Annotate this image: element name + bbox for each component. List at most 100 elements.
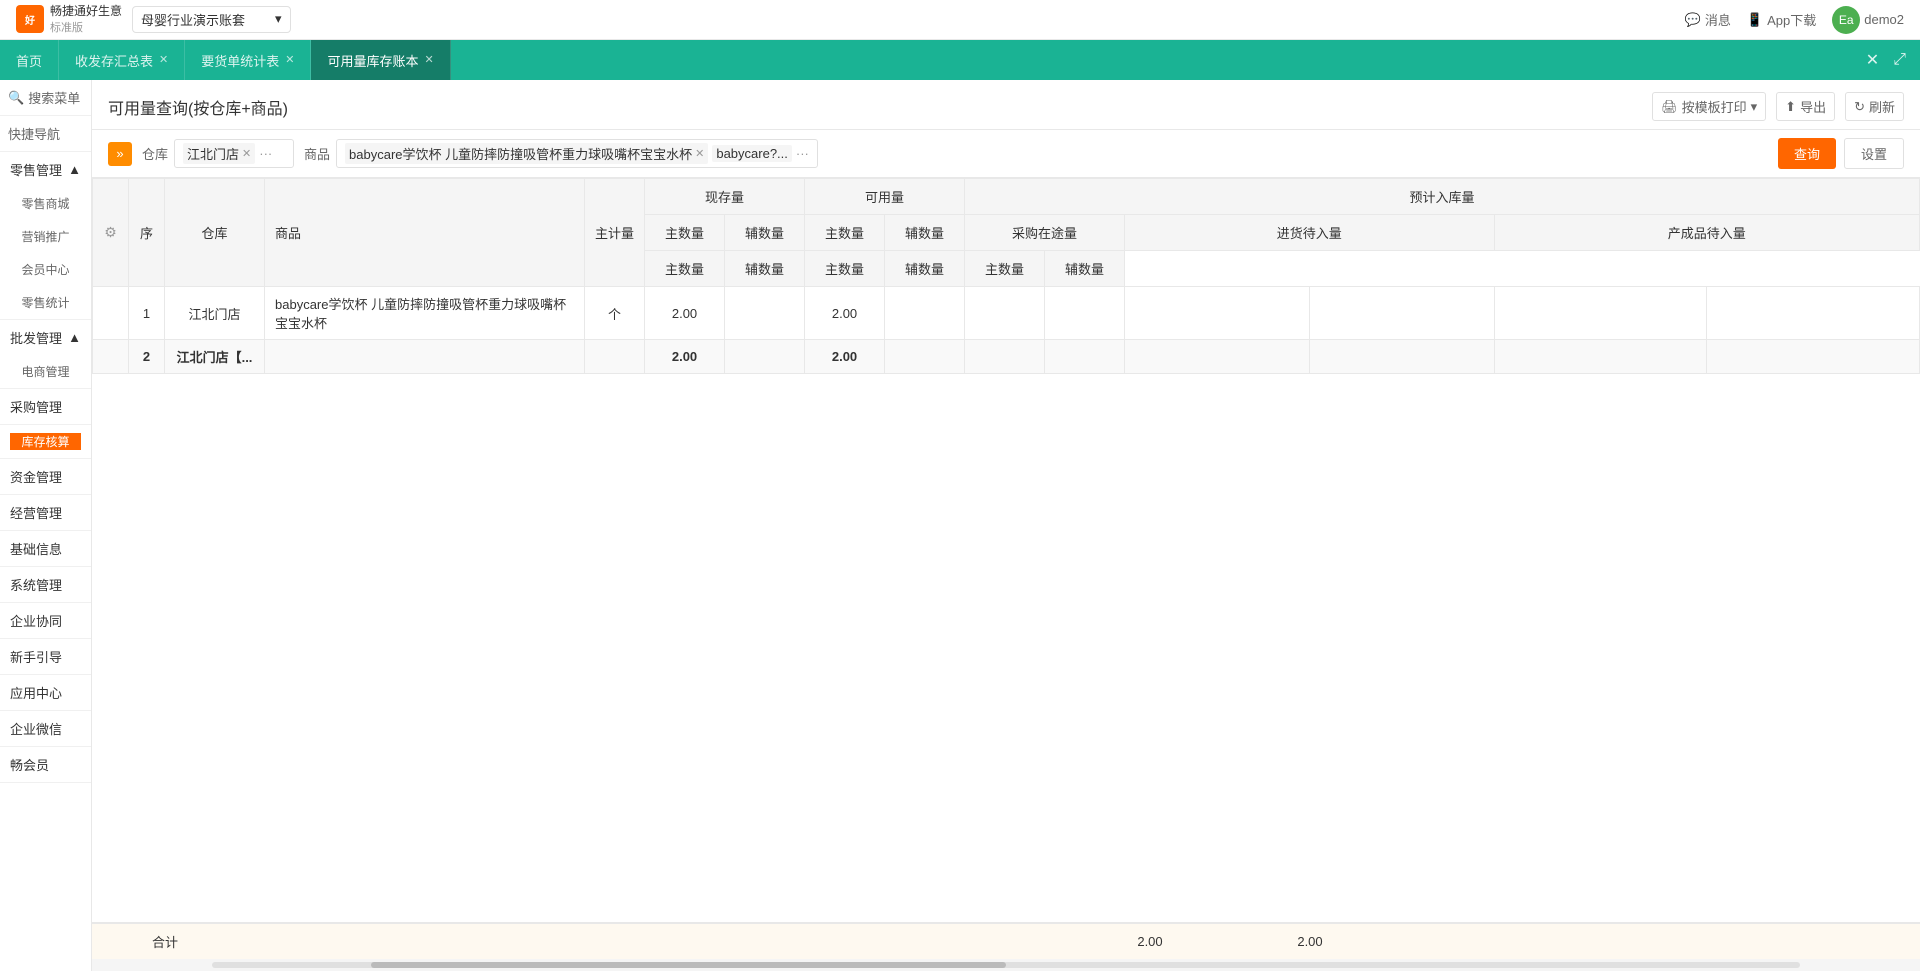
row1-inbound-main — [1125, 287, 1310, 340]
print-icon: 🖨 — [1661, 99, 1678, 115]
row1-goods: babycare学饮杯 儿童防摔防撞吸管杯重力球吸嘴杯宝宝水杯 — [265, 287, 585, 340]
sidebar-group-apps: 应用中心 — [0, 675, 91, 711]
goods-tag-2-text: babycare?... — [716, 146, 788, 161]
filter-toggle-btn[interactable]: » — [108, 142, 132, 166]
system-management-label: 系统管理 — [10, 575, 62, 594]
sidebar-group-operations-title[interactable]: 经营管理 — [0, 495, 91, 530]
footer-stock-aux — [1190, 934, 1270, 949]
goods-ellipsis[interactable]: ··· — [796, 146, 809, 161]
industry-selector[interactable]: 母婴行业演示账套 ▾ — [132, 6, 291, 33]
export-button[interactable]: ⬆ 导出 — [1776, 92, 1835, 121]
footer-inbound-aux — [1670, 934, 1750, 949]
table-header-row1: ⚙ 序 仓库 商品 主计量 现存量 可用量 预计入库量 — [93, 179, 1920, 215]
row1-stock-main: 2.00 — [645, 287, 725, 340]
tab-order-stats[interactable]: 要货单统计表 ✕ — [185, 40, 311, 80]
sidebar-group-guide-title[interactable]: 新手引导 — [0, 639, 91, 674]
sidebar-group-system: 系统管理 — [0, 567, 91, 603]
message-label: 消息 — [1705, 10, 1731, 29]
refresh-button[interactable]: ↻ 刷新 — [1845, 92, 1904, 121]
logo-sub: 标准版 — [50, 19, 122, 35]
warehouse-label: 仓库 — [142, 144, 168, 163]
logo-text: 畅捷通好生意 — [50, 4, 122, 18]
col-available-header: 可用量 — [805, 179, 965, 215]
col-purchase-main-header: 主数量 — [645, 251, 725, 287]
sidebar-group-wechat-title[interactable]: 企业微信 — [0, 711, 91, 746]
sidebar-group-member-service-title[interactable]: 畅会员 — [0, 747, 91, 782]
row2-avail-aux — [885, 340, 965, 374]
app-center-label: 应用中心 — [10, 683, 62, 702]
tab-home[interactable]: 首页 — [0, 40, 59, 80]
col-purchase-aux-header: 辅数量 — [725, 251, 805, 287]
scrollbar-track[interactable] — [212, 962, 1800, 968]
warehouse-ellipsis[interactable]: ··· — [259, 146, 272, 161]
col-settings-header: ⚙ — [93, 179, 129, 287]
sidebar-item-inventory[interactable]: 库存核算 — [10, 433, 81, 450]
tab-available-stock-close[interactable]: ✕ — [425, 55, 434, 66]
sidebar-group-apps-title[interactable]: 应用中心 — [0, 675, 91, 710]
user-area[interactable]: Ea demo2 — [1832, 6, 1904, 34]
goods-tag-1: babycare学饮杯 儿童防摔防撞吸管杯重力球吸嘴杯宝宝水杯 ✕ — [345, 143, 708, 164]
sidebar-group-enterprise: 企业协同 — [0, 603, 91, 639]
table-row: 2 江北门店【... 2.00 2.00 — [93, 340, 1920, 374]
table-container: ⚙ 序 仓库 商品 主计量 现存量 可用量 预计入库量 主数量 辅数量 主数量 — [92, 178, 1920, 922]
warehouse-filter: 仓库 江北门店 ✕ ··· — [142, 139, 294, 168]
row2-inbound-main — [1125, 340, 1310, 374]
sidebar-group-purchase-title[interactable]: 采购管理 — [0, 389, 91, 424]
sidebar-item-retail-stats[interactable]: 零售统计 — [0, 286, 91, 319]
sidebar-search[interactable]: 🔍 搜索菜单 — [0, 80, 91, 116]
query-button[interactable]: 查询 — [1778, 138, 1836, 169]
sidebar-item-retail-mall[interactable]: 零售商城 — [0, 187, 91, 220]
tab-receive-summary-close[interactable]: ✕ — [159, 55, 168, 66]
sidebar-group-inventory-title[interactable]: 库存核算 — [0, 425, 91, 458]
warehouse-tag-container[interactable]: 江北门店 ✕ ··· — [174, 139, 294, 168]
chevron-down-icon3: ▾ — [1751, 99, 1758, 115]
row1-warehouse: 江北门店 — [165, 287, 265, 340]
row1-avail-aux — [885, 287, 965, 340]
footer-finished-aux — [1830, 934, 1910, 949]
tab-receive-summary[interactable]: 收发存汇总表 ✕ — [59, 40, 185, 80]
sidebar-group-wholesale-title[interactable]: 批发管理 ▲ — [0, 320, 91, 355]
print-label: 按模板打印 — [1682, 97, 1747, 116]
settings-button[interactable]: 设置 — [1844, 138, 1904, 169]
sidebar-group-enterprise-title[interactable]: 企业协同 — [0, 603, 91, 638]
goods-tag-1-text: babycare学饮杯 儿童防摔防撞吸管杯重力球吸嘴杯宝宝水杯 — [349, 144, 692, 163]
warehouse-tag-remove[interactable]: ✕ — [242, 147, 251, 160]
refresh-label: 刷新 — [1869, 97, 1895, 116]
tab-available-stock[interactable]: 可用量库存账本 ✕ — [311, 40, 450, 80]
tab-receive-summary-label: 收发存汇总表 — [75, 51, 153, 70]
table-settings-icon[interactable]: ⚙ — [104, 224, 117, 240]
sidebar-quick-nav[interactable]: 快捷导航 — [0, 116, 91, 152]
page-title: 可用量查询(按仓库+商品) — [108, 95, 288, 119]
row2-purchase-main — [965, 340, 1045, 374]
sidebar-item-member[interactable]: 会员中心 — [0, 253, 91, 286]
col-inbound-aux-header: 辅数量 — [885, 251, 965, 287]
message-action[interactable]: 💬 消息 — [1685, 10, 1731, 29]
print-button[interactable]: 🖨 按模板打印 ▾ — [1652, 92, 1766, 121]
close-all-btn[interactable]: ✕ — [1862, 48, 1883, 72]
maximize-btn[interactable]: ⤢ — [1889, 49, 1910, 71]
chevron-up-icon: ▲ — [68, 162, 81, 177]
row1-settings — [93, 287, 129, 340]
search-icon: 🔍 — [8, 90, 24, 106]
scrollbar-thumb[interactable] — [371, 962, 1006, 968]
member-service-label: 畅会员 — [10, 755, 49, 774]
top-header: 好 畅捷通好生意 标准版 母婴行业演示账套 ▾ 💬 消息 📱 App下载 Ea … — [0, 0, 1920, 40]
sidebar-group-finance-title[interactable]: 资金管理 — [0, 459, 91, 494]
row1-no: 1 — [129, 287, 165, 340]
tab-order-stats-label: 要货单统计表 — [201, 51, 279, 70]
row1-inbound-aux — [1309, 287, 1494, 340]
sidebar-group-retail-title[interactable]: 零售管理 ▲ — [0, 152, 91, 187]
export-label: 导出 — [1800, 97, 1826, 116]
finance-management-label: 资金管理 — [10, 467, 62, 486]
sidebar-group-wechat: 企业微信 — [0, 711, 91, 747]
sidebar-item-marketing[interactable]: 营销推广 — [0, 220, 91, 253]
sidebar-group-basic-title[interactable]: 基础信息 — [0, 531, 91, 566]
sidebar-item-ecommerce[interactable]: 电商管理 — [0, 355, 91, 388]
app-download-action[interactable]: 📱 App下载 — [1747, 10, 1816, 29]
goods-tag-1-remove[interactable]: ✕ — [695, 147, 704, 160]
col-finished-main-header: 主数量 — [965, 251, 1045, 287]
sidebar-group-system-title[interactable]: 系统管理 — [0, 567, 91, 602]
tab-order-stats-close[interactable]: ✕ — [285, 55, 294, 66]
goods-tag-container[interactable]: babycare学饮杯 儿童防摔防撞吸管杯重力球吸嘴杯宝宝水杯 ✕ babyca… — [336, 139, 818, 168]
row1-unit: 个 — [585, 287, 645, 340]
